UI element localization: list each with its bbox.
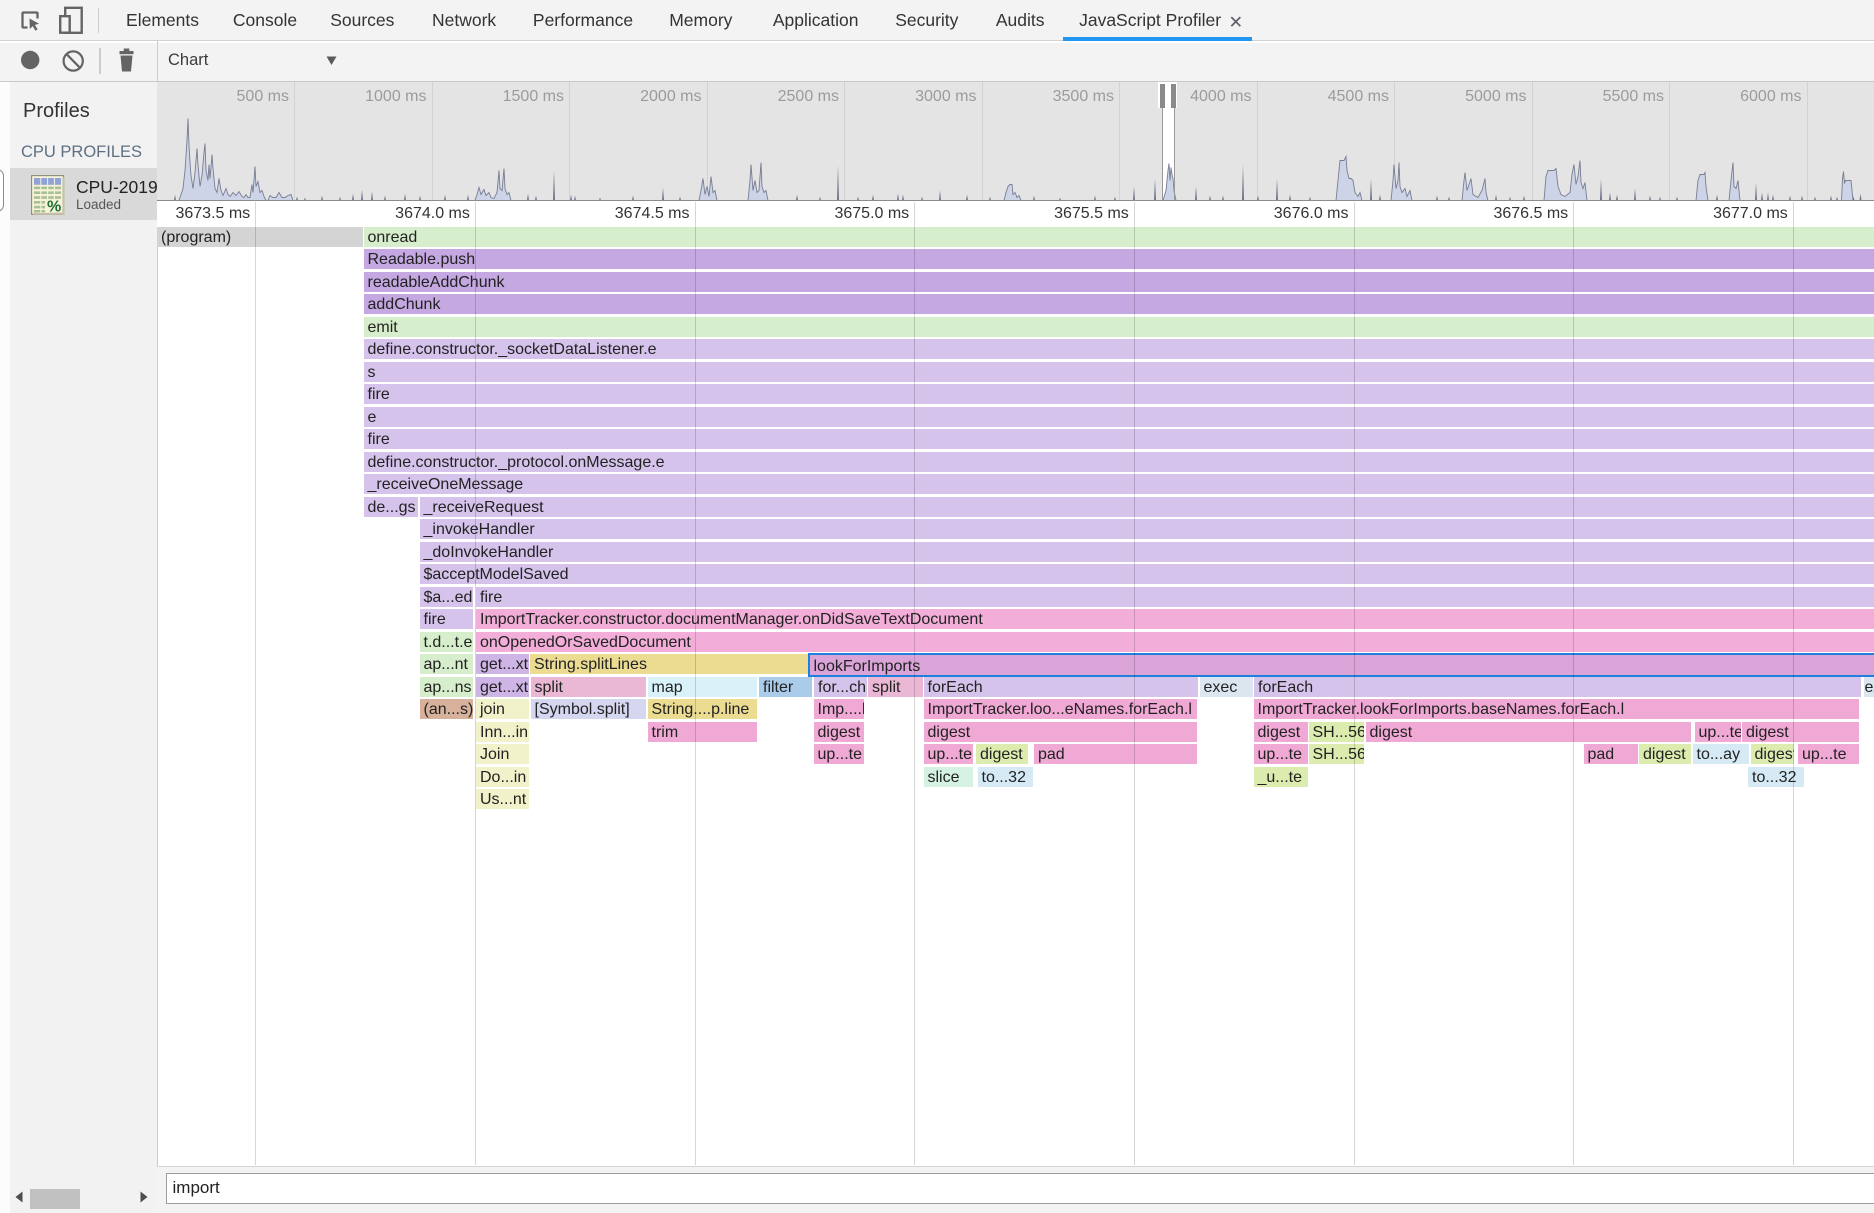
- svg-text:%: %: [47, 199, 61, 216]
